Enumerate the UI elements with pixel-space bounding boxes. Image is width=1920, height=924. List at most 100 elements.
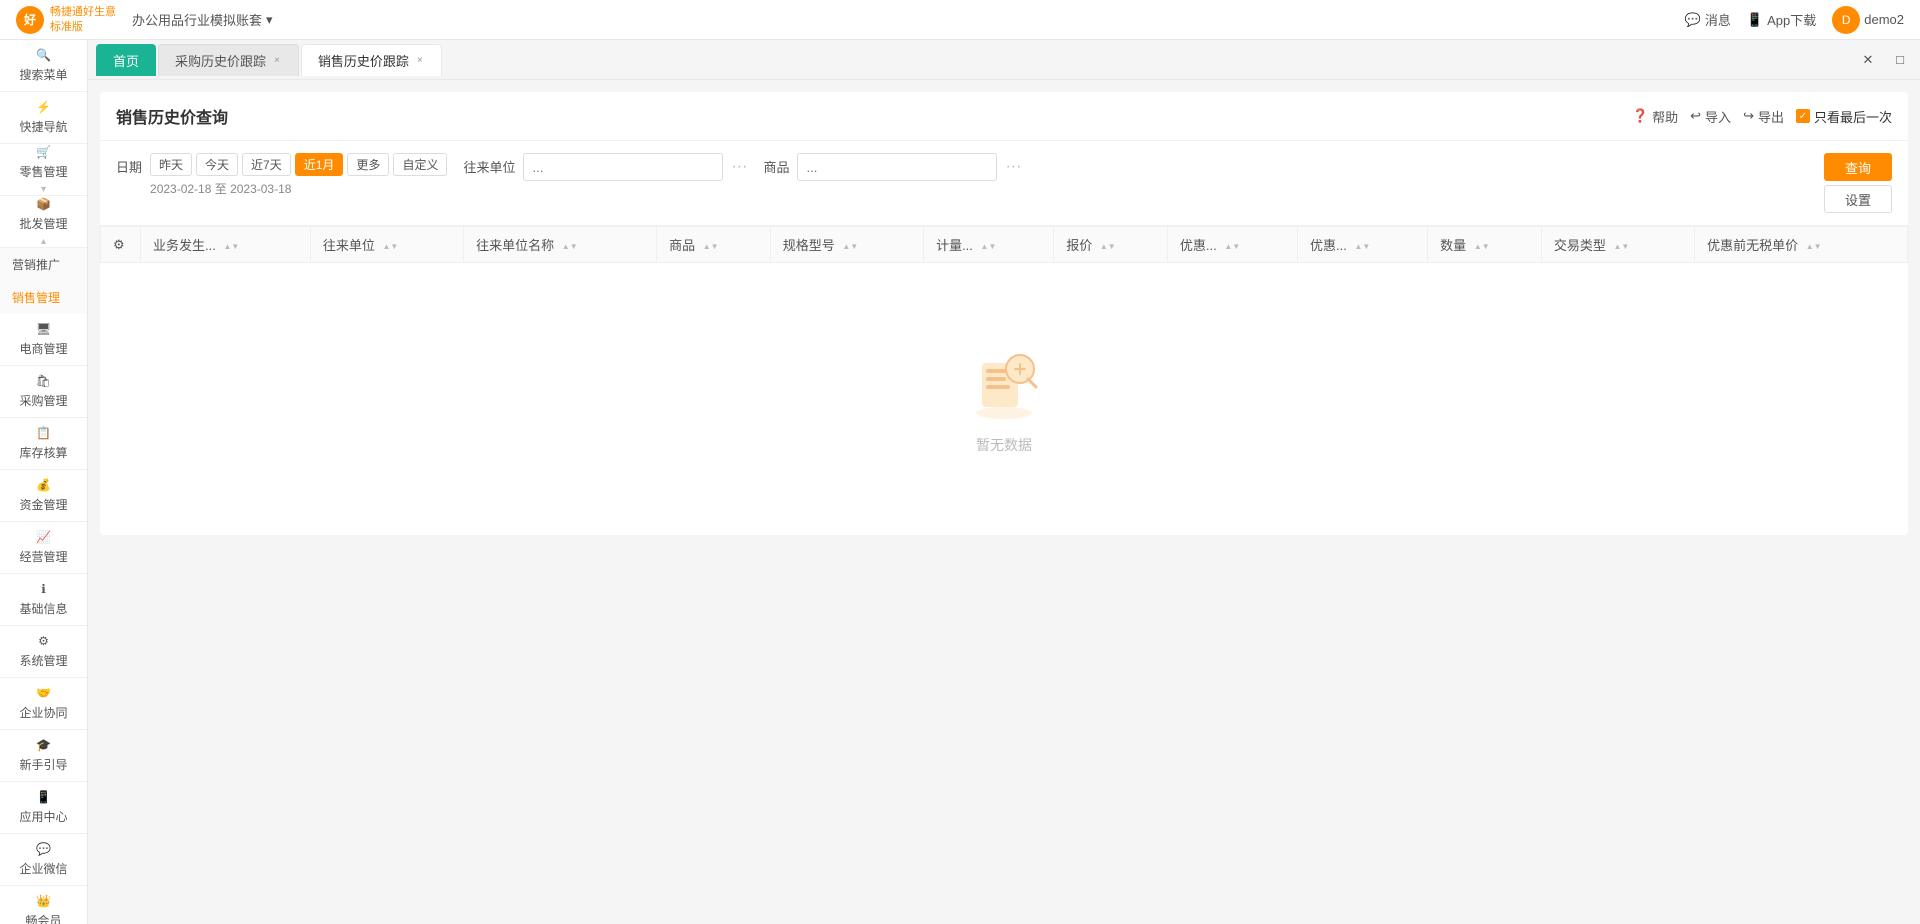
- th-discount2[interactable]: 优惠... ▲▼: [1298, 227, 1428, 263]
- tab-bar-actions: ✕ □: [1856, 48, 1912, 72]
- goods-filter-group: 商品 ···: [763, 153, 1021, 181]
- finance-icon: 💰: [36, 478, 51, 492]
- sidebar-item-quick-nav[interactable]: ⚡ 快捷导航: [0, 92, 87, 144]
- header-left: 好 畅捷通好生意 标准版 办公用品行业模拟账套 ▾: [16, 5, 281, 34]
- th-discount1[interactable]: 优惠... ▲▼: [1167, 227, 1297, 263]
- message-icon: 💬: [1685, 12, 1701, 28]
- th-quote[interactable]: 报价 ▲▼: [1054, 227, 1168, 263]
- tab-sales-history-close[interactable]: ×: [415, 53, 425, 68]
- window-max-btn[interactable]: □: [1888, 48, 1912, 72]
- import-btn[interactable]: ↩ 导入: [1690, 107, 1731, 126]
- sidebar-item-system-mgmt[interactable]: ⚙ 系统管理: [0, 626, 87, 678]
- sidebar-item-ops-mgmt[interactable]: 📈 经营管理: [0, 522, 87, 574]
- th-trade-type[interactable]: 交易类型 ▲▼: [1541, 227, 1694, 263]
- th-pretax-price[interactable]: 优惠前无税单价 ▲▼: [1695, 227, 1908, 263]
- filter-area: 日期 昨天 今天 近7天 近1月 更多 自定义 2023-02-18 至 202…: [100, 141, 1908, 226]
- header-right: 💬 消息 📱 App下载 D demo2: [1685, 6, 1904, 34]
- th-spec[interactable]: 规格型号 ▲▼: [770, 227, 923, 263]
- help-icon: ❓: [1632, 108, 1648, 124]
- app-download-btn[interactable]: 📱 App下载: [1747, 10, 1816, 29]
- sidebar-item-ecommerce-mgmt[interactable]: 🖥 电商管理: [0, 314, 87, 366]
- page-header: 销售历史价查询 ❓ 帮助 ↩ 导入 ↪ 导出: [100, 92, 1908, 141]
- sidebar-item-member[interactable]: 👑 畅会员: [0, 886, 87, 924]
- th-biz-date[interactable]: 业务发生... ▲▼: [141, 227, 311, 263]
- sort-icon-trade-type: ▲▼: [1613, 243, 1629, 251]
- sort-icon-partner-name: ▲▼: [562, 243, 578, 251]
- th-qty[interactable]: 数量 ▲▼: [1428, 227, 1542, 263]
- content-area: 首页 采购历史价跟踪 × 销售历史价跟踪 × ✕ □ 销售历史价查询: [88, 40, 1920, 924]
- query-button[interactable]: 查询: [1824, 153, 1892, 181]
- wholesale-icon: 📦: [36, 197, 51, 211]
- data-table: ⚙ 业务发生... ▲▼ 往来单位 ▲▼: [100, 226, 1908, 263]
- checkbox-checked-icon: ✓: [1796, 109, 1810, 123]
- date-btn-more[interactable]: 更多: [347, 153, 389, 176]
- table-header-row: ⚙ 业务发生... ▲▼ 往来单位 ▲▼: [101, 227, 1908, 263]
- th-unit[interactable]: 计量... ▲▼: [924, 227, 1054, 263]
- date-label: 日期: [116, 153, 142, 176]
- sidebar-item-inventory[interactable]: 📋 库存核算: [0, 418, 87, 470]
- date-filter-options: 昨天 今天 近7天 近1月 更多 自定义 2023-02-18 至 2023-0…: [150, 153, 447, 197]
- date-btn-custom[interactable]: 自定义: [393, 153, 447, 176]
- sidebar-item-enterprise-agreement[interactable]: 🤝 企业协同: [0, 678, 87, 730]
- table-container: ⚙ 业务发生... ▲▼ 往来单位 ▲▼: [100, 226, 1908, 535]
- app-selector[interactable]: 办公用品行业模拟账套 ▾: [124, 6, 281, 33]
- sidebar-item-enterprise-wechat[interactable]: 💬 企业微信: [0, 834, 87, 886]
- th-settings: ⚙: [101, 227, 141, 263]
- empty-text: 暂无数据: [976, 435, 1032, 455]
- sidebar-item-finance-mgmt[interactable]: 💰 资金管理: [0, 470, 87, 522]
- date-btn-today[interactable]: 今天: [196, 153, 238, 176]
- date-filter-group: 日期 昨天 今天 近7天 近1月 更多 自定义 2023-02-18 至 202…: [116, 153, 447, 197]
- tab-home[interactable]: 首页: [96, 44, 156, 76]
- sort-icon-quote: ▲▼: [1100, 243, 1116, 251]
- sort-icon-discount2: ▲▼: [1354, 243, 1370, 251]
- page-header-actions: ❓ 帮助 ↩ 导入 ↪ 导出 ✓ 只看最后一次: [1632, 107, 1892, 126]
- sidebar-sub-item-sales-mgmt[interactable]: 销售管理: [0, 281, 87, 314]
- goods-input-group: ···: [797, 153, 1021, 181]
- tab-purchase-history-close[interactable]: ×: [272, 53, 282, 68]
- sidebar-item-new-guide[interactable]: 🎓 新手引导: [0, 730, 87, 782]
- date-btn-1month[interactable]: 近1月: [295, 153, 344, 176]
- collapse-icon: ▴: [41, 236, 46, 247]
- gear-icon[interactable]: ⚙: [113, 237, 125, 252]
- search-icon: 🔍: [36, 48, 51, 62]
- sidebar-item-search-menu[interactable]: 🔍 搜索菜单: [0, 40, 87, 92]
- inventory-icon: 📋: [36, 426, 51, 440]
- retail-icon: 🛒: [36, 145, 51, 159]
- tab-sales-history[interactable]: 销售历史价跟踪 ×: [301, 44, 442, 76]
- tab-purchase-history[interactable]: 采购历史价跟踪 ×: [158, 44, 299, 76]
- date-range-text: 2023-02-18 至 2023-03-18: [150, 180, 447, 197]
- th-goods[interactable]: 商品 ▲▼: [657, 227, 771, 263]
- sidebar-item-purchase-mgmt[interactable]: 🛍 采购管理: [0, 366, 87, 418]
- goods-input[interactable]: [797, 153, 997, 181]
- sidebar-item-basic-info[interactable]: ℹ 基础信息: [0, 574, 87, 626]
- purchase-icon: 🛍: [36, 374, 51, 388]
- page-card: 销售历史价查询 ❓ 帮助 ↩ 导入 ↪ 导出: [100, 92, 1908, 535]
- window-close-btn[interactable]: ✕: [1856, 48, 1880, 72]
- message-btn[interactable]: 💬 消息: [1685, 10, 1731, 29]
- sort-icon-biz-date: ▲▼: [223, 243, 239, 251]
- th-partner-code[interactable]: 往来单位 ▲▼: [310, 227, 463, 263]
- sidebar-item-wholesale-mgmt[interactable]: 📦 批发管理 ▴: [0, 196, 87, 248]
- date-btn-7days[interactable]: 近7天: [242, 153, 291, 176]
- date-btn-yesterday[interactable]: 昨天: [150, 153, 192, 176]
- th-partner-name[interactable]: 往来单位名称 ▲▼: [464, 227, 657, 263]
- sidebar-item-app-center[interactable]: 📱 应用中心: [0, 782, 87, 834]
- export-btn[interactable]: ↪ 导出: [1743, 107, 1784, 126]
- top-header: 好 畅捷通好生意 标准版 办公用品行业模拟账套 ▾ 💬 消息 📱 App下载 D…: [0, 0, 1920, 40]
- help-btn[interactable]: ❓ 帮助: [1632, 107, 1678, 126]
- table-head: ⚙ 业务发生... ▲▼ 往来单位 ▲▼: [101, 227, 1908, 263]
- guide-icon: 🎓: [36, 738, 51, 752]
- settings-button[interactable]: 设置: [1824, 185, 1892, 213]
- partner-more-icon[interactable]: ···: [731, 158, 747, 176]
- member-icon: 👑: [36, 894, 51, 908]
- only-last-checkbox-label[interactable]: ✓ 只看最后一次: [1796, 107, 1892, 126]
- sort-icon-goods: ▲▼: [703, 243, 719, 251]
- partner-input[interactable]: [523, 153, 723, 181]
- sidebar-item-retail-mgmt[interactable]: 🛒 零售管理 ▾: [0, 144, 87, 196]
- goods-more-icon[interactable]: ···: [1005, 158, 1021, 176]
- avatar: D: [1832, 6, 1860, 34]
- sidebar-sub-item-marketing[interactable]: 营销推广: [0, 248, 87, 281]
- user-profile-btn[interactable]: D demo2: [1832, 6, 1904, 34]
- empty-illustration: [964, 343, 1044, 423]
- sidebar: 🔍 搜索菜单 ⚡ 快捷导航 🛒 零售管理 ▾ 📦 批发管理 ▴ 营销推广 销售管…: [0, 40, 88, 924]
